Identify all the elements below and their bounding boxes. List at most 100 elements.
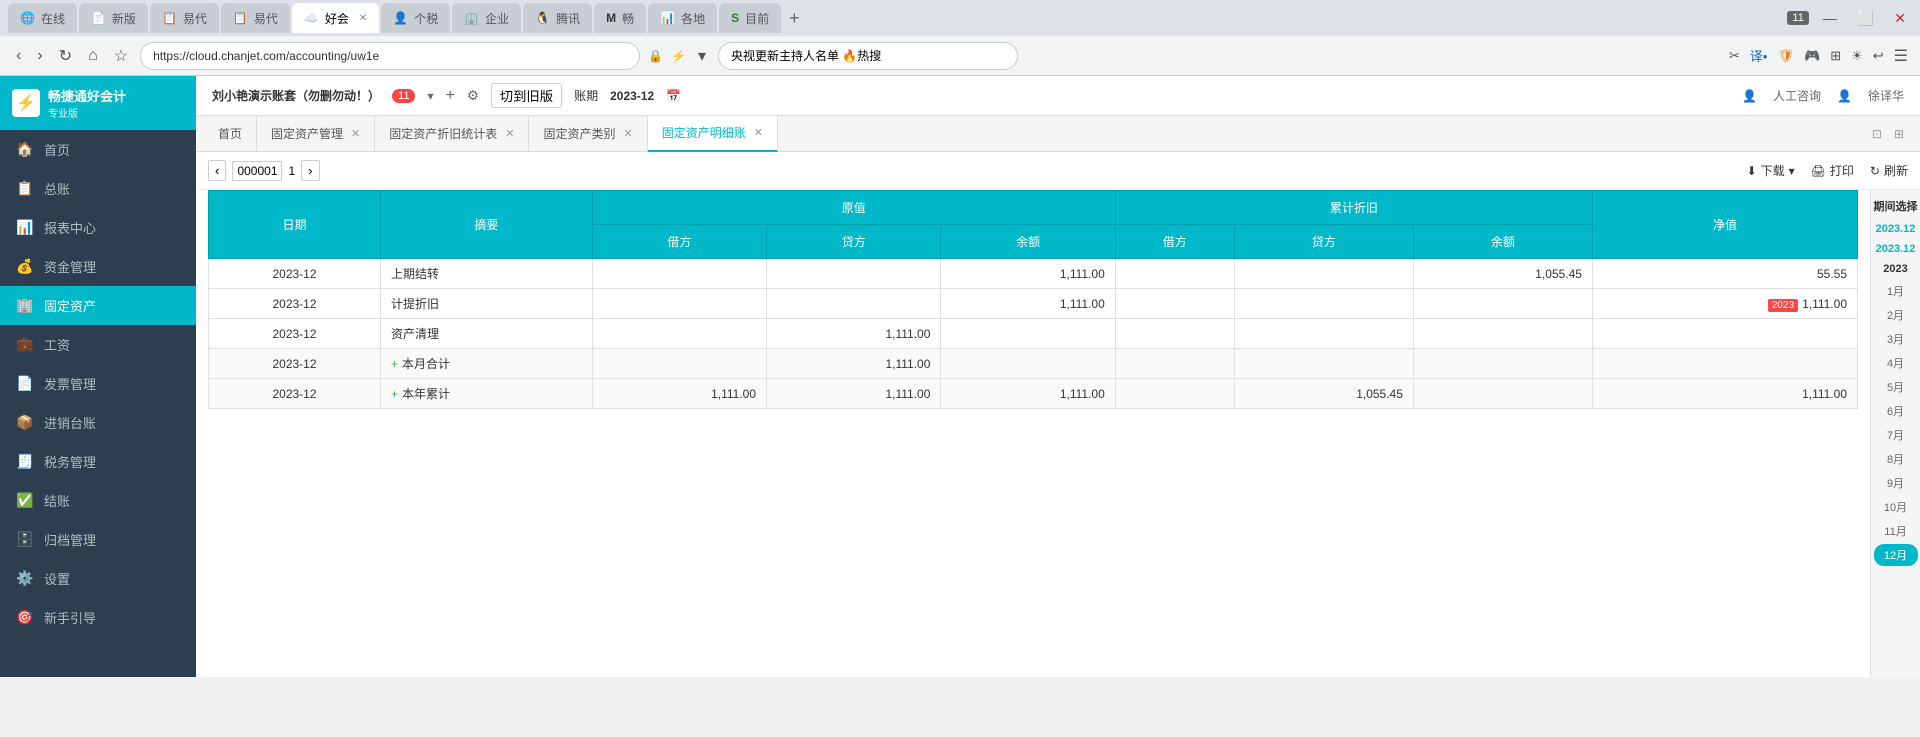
period-selected-year2[interactable]: 2023.12 — [1874, 240, 1918, 258]
period-year[interactable]: 2023 — [1874, 260, 1918, 278]
prev-page-button[interactable]: ‹ — [208, 160, 226, 181]
sidebar-item-sales[interactable]: 📦 进销台账 — [0, 403, 196, 442]
tab-yidai2[interactable]: 📋 易代 — [221, 3, 290, 33]
period-month-11[interactable]: 11月 — [1874, 520, 1918, 542]
page-tab-asset-detail[interactable]: 固定资产明细账 ✕ — [648, 116, 778, 152]
close-button[interactable]: ✕ — [1888, 8, 1912, 29]
scissors-icon[interactable]: ✂ — [1729, 48, 1740, 64]
tab-haokuai[interactable]: ☁️ 好会 ✕ — [292, 3, 379, 33]
tab-geshui-icon: 👤 — [393, 11, 408, 25]
sidebar-item-guide[interactable]: 🎯 新手引导 — [0, 598, 196, 637]
cell-net-value: 20231,111.00 — [1592, 289, 1857, 319]
new-tab-button[interactable]: + — [783, 8, 806, 29]
translate-icon[interactable]: 译• — [1750, 46, 1768, 65]
period-month-7[interactable]: 7月 — [1874, 424, 1918, 446]
reload-button[interactable]: ↻ — [55, 44, 76, 68]
home-button[interactable]: ⌂ — [84, 45, 102, 67]
sidebar-item-settings[interactable]: ⚙️ 设置 — [0, 559, 196, 598]
tab-gedi[interactable]: 📊 各地 — [648, 3, 717, 33]
sidebar-item-assets[interactable]: 🏢 固定资产 — [0, 286, 196, 325]
cell-net-value — [1592, 319, 1857, 349]
plus-icon: + — [391, 357, 398, 371]
period-month-3[interactable]: 3月 — [1874, 328, 1918, 350]
tab-online[interactable]: 🌐 在线 — [8, 3, 77, 33]
settings-small-button[interactable]: ⚙ — [467, 88, 479, 104]
account-badge: 11 — [392, 89, 415, 103]
page-tab-home[interactable]: 首页 — [204, 116, 257, 152]
cell-orig-debit — [592, 349, 766, 379]
sidebar-item-salary[interactable]: 💼 工资 — [0, 325, 196, 364]
close-tab-asset-detail[interactable]: ✕ — [754, 126, 763, 139]
period-month-6[interactable]: 6月 — [1874, 400, 1918, 422]
tab-tengxun[interactable]: 🐧 腾讯 — [523, 3, 592, 33]
tab-yidai1[interactable]: 📋 易代 — [150, 3, 219, 33]
sidebar-item-ledger[interactable]: 📋 总账 — [0, 169, 196, 208]
sidebar-item-tax[interactable]: 🧾 税务管理 — [0, 442, 196, 481]
add-account-button[interactable]: + — [445, 87, 454, 105]
sidebar-nav: 🏠 首页 📋 总账 📊 报表中心 💰 资金管理 🏢 固定资产 💼 工资 — [0, 130, 196, 677]
plus-icon2: + — [391, 387, 398, 401]
tax-icon: 🧾 — [16, 453, 34, 471]
collapse-icon[interactable]: ⊡ — [1872, 127, 1882, 141]
tab-mubiao[interactable]: S 目前 — [719, 3, 781, 33]
extension-icon1[interactable]: 🛡 — [1777, 48, 1794, 64]
download-button[interactable]: ⬇ 下载 ▾ — [1747, 162, 1795, 179]
sidebar-item-home[interactable]: 🏠 首页 — [0, 130, 196, 169]
minimize-button[interactable]: — — [1817, 8, 1843, 28]
page-code-input[interactable] — [232, 161, 282, 181]
period-month-2[interactable]: 2月 — [1874, 304, 1918, 326]
tab-new[interactable]: 📄 新版 — [79, 3, 148, 33]
maximize-button[interactable]: ⬜ — [1851, 8, 1880, 29]
download-icon: ⬇ — [1747, 164, 1757, 178]
period-month-5[interactable]: 5月 — [1874, 376, 1918, 398]
back-button[interactable]: ‹ — [12, 45, 25, 67]
expand-icon[interactable]: ⊞ — [1894, 127, 1904, 141]
page-tab-asset-cat[interactable]: 固定资产类别 ✕ — [529, 116, 647, 152]
page-tab-depr-stats[interactable]: 固定资产折旧统计表 ✕ — [375, 116, 529, 152]
menu-icon[interactable]: ☰ — [1894, 46, 1908, 66]
cell-date: 2023-12 — [209, 319, 381, 349]
sidebar-label-funds: 资金管理 — [44, 257, 96, 276]
print-button[interactable]: 🖨 打印 — [1811, 162, 1854, 179]
undo-icon[interactable]: ↩ — [1873, 48, 1884, 64]
switch-old-version-button[interactable]: 切到旧版 — [491, 83, 562, 108]
tab-chang[interactable]: M 畅 — [594, 3, 646, 33]
period-month-8[interactable]: 8月 — [1874, 448, 1918, 470]
sidebar-item-invoice[interactable]: 📄 发票管理 — [0, 364, 196, 403]
tab-close-haokuai[interactable]: ✕ — [359, 13, 367, 24]
period-month-12[interactable]: 12月 — [1874, 544, 1918, 566]
dropdown-button[interactable]: ▾ — [694, 44, 710, 68]
period-month-10[interactable]: 10月 — [1874, 496, 1918, 518]
refresh-button[interactable]: ↻ 刷新 — [1870, 162, 1908, 179]
next-page-button[interactable]: › — [301, 160, 319, 181]
search-input[interactable] — [718, 42, 1018, 70]
period-month-1[interactable]: 1月 — [1874, 280, 1918, 302]
sidebar-item-close[interactable]: ✅ 结账 — [0, 481, 196, 520]
cell-summary: +本月合计 — [381, 349, 593, 379]
service-label[interactable]: 人工咨询 — [1773, 87, 1821, 104]
forward-button[interactable]: › — [33, 45, 46, 67]
calendar-icon[interactable]: 📅 — [666, 89, 681, 103]
close-tab-depr-stats[interactable]: ✕ — [505, 127, 514, 140]
sidebar-item-archive[interactable]: 🗄️ 归档管理 — [0, 520, 196, 559]
sidebar-logo: ⚡ 畅捷通好会计 专业版 — [0, 76, 196, 130]
address-input[interactable] — [140, 42, 640, 70]
close-tab-asset-cat[interactable]: ✕ — [624, 127, 633, 140]
cell-orig-debit — [592, 319, 766, 349]
page-tab-asset-mgmt[interactable]: 固定资产管理 ✕ — [257, 116, 375, 152]
period-month-4[interactable]: 4月 — [1874, 352, 1918, 374]
dropdown-arrow-icon[interactable]: ▾ — [427, 89, 433, 103]
tab-qiye[interactable]: 🏢 企业 — [452, 3, 521, 33]
user-label[interactable]: 徐译华 — [1868, 87, 1904, 104]
grid-icon[interactable]: ⊞ — [1830, 48, 1841, 64]
tab-geshui[interactable]: 👤 个税 — [381, 3, 450, 33]
sidebar-item-funds[interactable]: 💰 资金管理 — [0, 247, 196, 286]
page-tab-asset-mgmt-label: 固定资产管理 — [271, 125, 343, 142]
period-month-9[interactable]: 9月 — [1874, 472, 1918, 494]
period-selected-year1[interactable]: 2023.12 — [1874, 220, 1918, 238]
gamepad-icon[interactable]: 🎮 — [1804, 48, 1820, 64]
close-tab-asset-mgmt[interactable]: ✕ — [351, 127, 360, 140]
sidebar-item-reports[interactable]: 📊 报表中心 — [0, 208, 196, 247]
brightness-icon[interactable]: ☀ — [1851, 48, 1863, 64]
bookmark-button[interactable]: ☆ — [110, 44, 132, 68]
